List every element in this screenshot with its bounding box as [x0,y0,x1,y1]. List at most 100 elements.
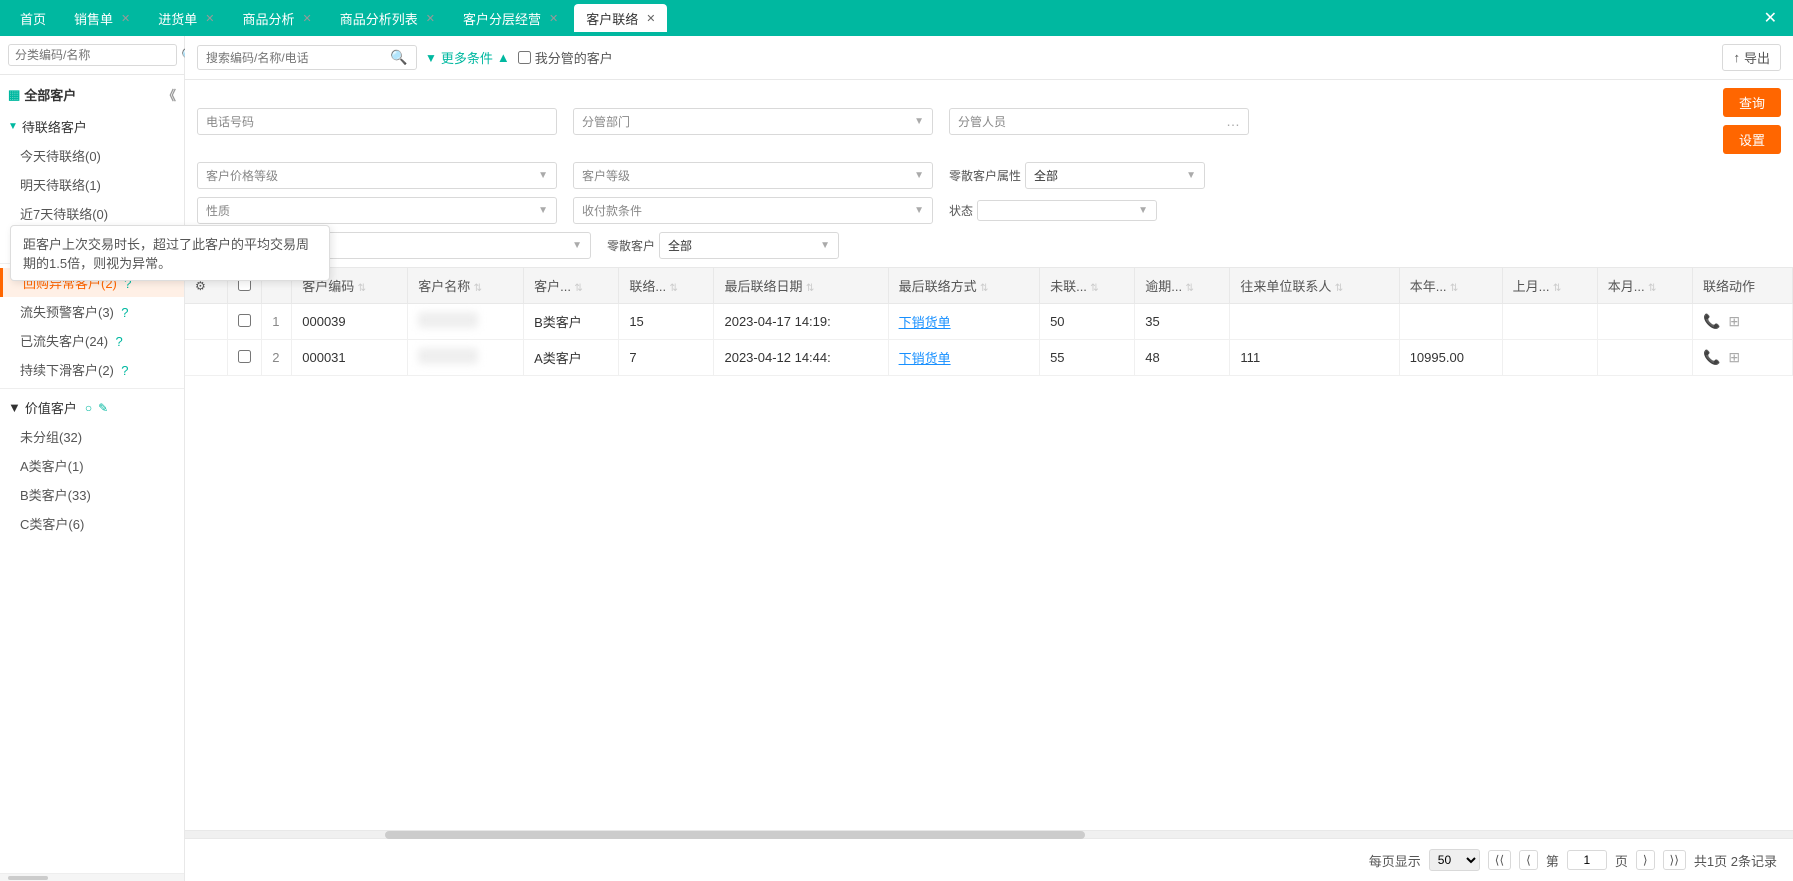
nav-tab-purchase-close[interactable]: ✕ [205,12,214,25]
sidebar-item-classC[interactable]: C类客户(6) [0,509,184,538]
filter-scattered[interactable]: 全部 ▼ [659,232,839,259]
td-check-2 [228,340,262,376]
last-method-link-2[interactable]: 下销货单 [899,351,951,366]
sidebar-group-pending-header[interactable]: ▼ 待联络客户 [0,112,184,141]
sidebar-item-classA[interactable]: A类客户(1) [0,451,184,480]
td-name-2 [408,340,524,376]
filter-scattered-attr[interactable]: 全部 ▼ [1025,162,1205,189]
sidebar-item-7days[interactable]: 近7天待联络(0) [0,199,184,228]
action-icons-1: 📞 ⊞ [1703,313,1782,330]
page-input[interactable] [1567,850,1607,870]
th-company-contact[interactable]: 往来单位联系人 ⇅ [1230,268,1399,304]
td-code-2: 000031 [292,340,408,376]
sidebar-group2-header[interactable]: ▼ 价值客户 ○ ✎ [0,393,184,422]
horizontal-scroll-thumb[interactable] [385,831,1085,839]
nav-tab-analysis-list[interactable]: 商品分析列表 ✕ [328,4,447,32]
nav-tab-home[interactable]: 首页 [8,4,58,32]
prev-page-button[interactable]: ⟨ [1519,850,1538,870]
horizontal-scrollbar[interactable] [185,830,1793,838]
nav-tab-analysis[interactable]: 商品分析 ✕ [230,4,323,32]
filter-area: 电话号码 分管部门 ▼ 分管人员 … 查询 设置 客户价格等级 [185,80,1793,268]
more-conditions-button[interactable]: ▼ 更多条件 ▲ [425,48,510,67]
churned-info-icon[interactable]: ? [115,334,122,349]
th-last-date[interactable]: 最后联络日期 ⇅ [714,268,888,304]
settings-button[interactable]: 设置 [1723,125,1781,154]
filter-department[interactable]: 分管部门 ▼ [573,108,933,135]
sidebar-item-churn-warning[interactable]: 流失预警客户(3) ? [0,297,184,326]
search-input[interactable] [206,51,386,65]
filter-customer-grade[interactable]: 客户等级 ▼ [573,162,933,189]
my-customers-checkbox[interactable] [518,51,531,64]
btn-group: 查询 设置 [1723,88,1781,154]
th-last-month[interactable]: 上月... ⇅ [1502,268,1597,304]
filter-price-grade[interactable]: 客户价格等级 ▼ [197,162,557,189]
sort-overdue-icon: ⇅ [1185,283,1193,294]
th-type[interactable]: 客户... ⇅ [524,268,619,304]
filter-phone[interactable]: 电话号码 [197,108,557,135]
th-this-year[interactable]: 本年... ⇅ [1399,268,1502,304]
row2-checkbox[interactable] [238,350,251,363]
nav-tab-analysis-list-close[interactable]: ✕ [426,12,435,25]
nav-tab-sales[interactable]: 销售单 ✕ [62,4,142,32]
th-contact[interactable]: 联络... ⇅ [619,268,714,304]
search-icon[interactable]: 🔍 [390,49,407,66]
grid-action-icon-2[interactable]: ⊞ [1728,349,1740,366]
filter-status-label: 状态 [949,202,973,219]
nav-tab-analysis-close[interactable]: ✕ [303,12,312,25]
filter-status[interactable]: ▼ [977,200,1157,221]
sidebar-item-classB[interactable]: B类客户(33) [0,480,184,509]
per-page-select[interactable]: 50 100 200 [1429,849,1480,871]
filter-payment[interactable]: 收付款条件 ▼ [573,197,933,224]
churn-warning-info-icon[interactable]: ? [121,305,128,320]
td-overdue-1: 35 [1135,304,1230,340]
sidebar-search-input[interactable] [8,44,177,66]
my-customers-checkbox-wrap: 我分管的客户 [518,48,613,67]
query-button[interactable]: 查询 [1723,88,1781,117]
edit-icon[interactable]: ○ [85,401,92,415]
nav-tab-customer-tier-close[interactable]: ✕ [549,12,558,25]
export-label: 导出 [1744,48,1770,67]
grid-action-icon-1[interactable]: ⊞ [1728,313,1740,330]
sidebar-item-tomorrow[interactable]: 明天待联络(1) [0,170,184,199]
filter-status-wrap: 状态 ▼ [949,200,1157,221]
export-button[interactable]: ↑ 导出 [1722,44,1781,71]
last-page-button[interactable]: ⟩⟩ [1663,850,1686,870]
sidebar-all-customers[interactable]: ▦ 全部客户 《 [0,79,184,110]
th-not-contact[interactable]: 未联... ⇅ [1040,268,1135,304]
filter-manager-dots[interactable]: … [1226,113,1240,129]
sort-this-month-icon: ⇅ [1648,283,1656,294]
table-row: 1 000039 B类客户 15 [185,304,1793,340]
sidebar-scroll-thumb [8,876,48,880]
sidebar-item-today[interactable]: 今天待联络(0) [0,141,184,170]
next-page-button[interactable]: ⟩ [1636,850,1655,870]
sidebar-all-label: 全部客户 [24,85,76,104]
row1-checkbox[interactable] [238,314,251,327]
nav-tab-sales-label: 销售单 [74,9,113,28]
sidebar-item-declining[interactable]: 持续下滑客户(2) ? [0,355,184,384]
add-icon[interactable]: ✎ [98,401,108,415]
last-method-link-1[interactable]: 下销货单 [899,315,951,330]
nav-tab-sales-close[interactable]: ✕ [121,12,130,25]
nav-tab-customer-tier[interactable]: 客户分层经营 ✕ [451,4,570,32]
phone-icon-1[interactable]: 📞 [1703,313,1720,330]
window-close-button[interactable]: ✕ [1756,8,1785,28]
filter-price-grade-label: 客户价格等级 [206,167,534,184]
nav-tab-customer-contact-close[interactable]: ✕ [646,12,655,25]
filter-manager[interactable]: 分管人员 … [949,108,1249,135]
nav-tab-purchase[interactable]: 进货单 ✕ [146,4,226,32]
nav-tab-customer-contact[interactable]: 客户联络 ✕ [574,4,667,32]
sidebar-collapse-button[interactable]: 《 [163,85,176,104]
sidebar-item-unclassified[interactable]: 未分组(32) [0,422,184,451]
first-page-button[interactable]: ⟨⟨ [1488,850,1511,870]
th-overdue[interactable]: 逾期... ⇅ [1135,268,1230,304]
th-this-month[interactable]: 本月... ⇅ [1597,268,1692,304]
filter-scattered-attr-value: 全部 [1034,167,1182,184]
sort-company-contact-icon: ⇅ [1335,283,1343,294]
td-type-2: A类客户 [524,340,619,376]
th-last-method[interactable]: 最后联络方式 ⇅ [888,268,1040,304]
phone-icon-2[interactable]: 📞 [1703,349,1720,366]
th-name[interactable]: 客户名称 ⇅ [408,268,524,304]
sidebar-item-churned[interactable]: 已流失客户(24) ? [0,326,184,355]
filter-nature[interactable]: 性质 ▼ [197,197,557,224]
declining-info-icon[interactable]: ? [121,363,128,378]
